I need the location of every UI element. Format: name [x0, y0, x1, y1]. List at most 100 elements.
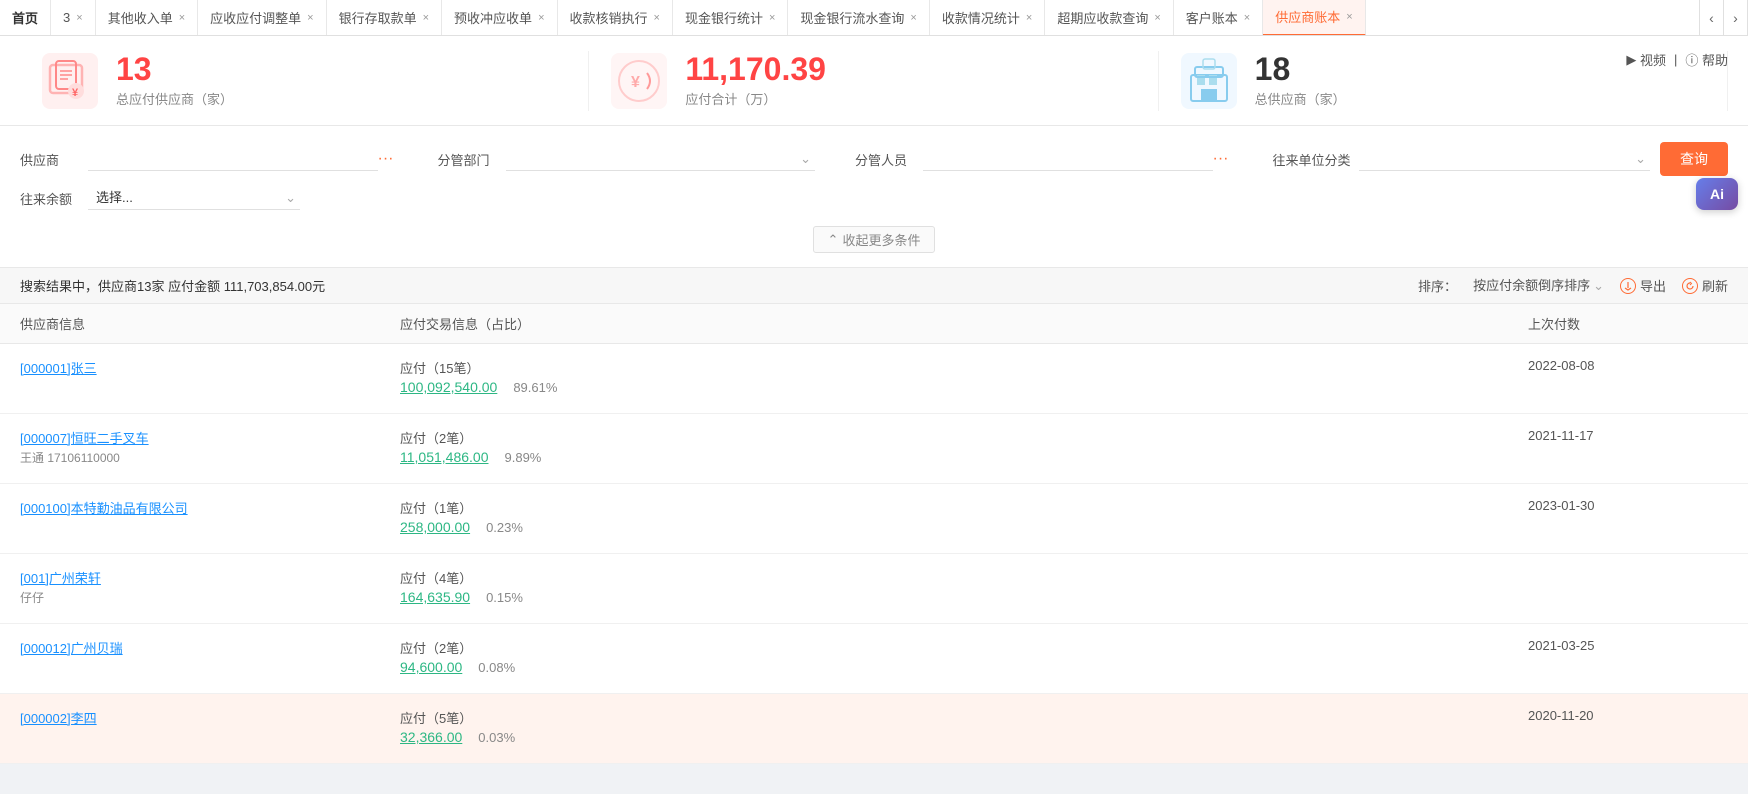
nav-tab-cash-flow[interactable]: 现金银行流水查询 × — [788, 0, 929, 36]
close-icon[interactable]: × — [654, 12, 660, 24]
result-amount: 应付金额 111,703,854.00元 — [168, 279, 325, 294]
close-icon[interactable]: × — [1244, 12, 1250, 24]
total-suppliers-icon — [1179, 51, 1239, 111]
supplier-info-3: [000100]本特勤油品有限公司 — [20, 498, 400, 517]
table-row: [000007]恒旺二手叉车 王通 17106110000 应付（2笔） 11,… — [0, 414, 1748, 484]
lastpay-date-1: 2022-08-08 — [1528, 354, 1595, 373]
trans-amount-6[interactable]: 32,366.00 — [400, 729, 462, 745]
filter-supplier-input[interactable] — [88, 147, 378, 171]
close-icon[interactable]: × — [179, 12, 185, 24]
ai-fab-label: Ai — [1710, 186, 1724, 202]
supplier-dots-icon[interactable]: ··· — [378, 150, 394, 168]
supplier-info-6: [000002]李四 — [20, 708, 400, 727]
nav-tab-collect-stat[interactable]: 收款情况统计 × — [930, 0, 1045, 36]
nav-tab-overdue[interactable]: 超期应收款查询 × — [1045, 0, 1173, 36]
nav-tab-cash-bank-stat-label: 现金银行统计 — [685, 8, 763, 27]
top-navigation: 首页 3 × 其他收入单 × 应收应付调整单 × 银行存取款单 × 预收冲应收单… — [0, 0, 1748, 36]
trans-pct-1: 89.61% — [513, 380, 557, 395]
supplier-info-5: [000012]广州贝瑞 — [20, 638, 400, 657]
lastpay-5: 2021-03-25 — [1528, 638, 1728, 653]
nav-tab-customer-ledger-label: 客户账本 — [1186, 8, 1238, 27]
trans-amount-4[interactable]: 164,635.90 — [400, 589, 470, 605]
filter-dept-select[interactable] — [506, 147, 816, 171]
nav-tab-bank-deposit[interactable]: 银行存取款单 × — [327, 0, 442, 36]
close-icon[interactable]: × — [76, 12, 82, 24]
nav-tab-cash-flow-label: 现金银行流水查询 — [800, 8, 904, 27]
refresh-label: 刷新 — [1702, 276, 1728, 295]
result-supplier-count: 搜索结果中，供应商13家 — [20, 279, 164, 294]
stat-payable-total-number: 11,170.39 — [685, 53, 826, 85]
trans-label-3: 应付（1笔） — [400, 498, 1528, 517]
close-icon[interactable]: × — [769, 12, 775, 24]
trans-amount-1[interactable]: 100,092,540.00 — [400, 379, 497, 395]
filter-balance-select-wrap: 选择... ⌄ — [88, 186, 300, 210]
export-label: 导出 — [1640, 276, 1666, 295]
collapse-button[interactable]: ⌃ 收起更多条件 — [813, 226, 936, 253]
table-row: [000012]广州贝瑞 应付（2笔） 94,600.00 0.08% 2021… — [0, 624, 1748, 694]
close-icon[interactable]: × — [1026, 12, 1032, 24]
close-icon[interactable]: × — [1346, 11, 1352, 23]
filter-row-1: 供应商 ··· 分管部门 ⌄ 分管人员 ··· 往来单位分类 — [20, 142, 1728, 176]
nav-tab-receivable-adjust[interactable]: 应收应付调整单 × — [198, 0, 326, 36]
nav-tab-customer-ledger[interactable]: 客户账本 × — [1174, 0, 1263, 36]
supplier-link-3[interactable]: [000100]本特勤油品有限公司 — [20, 498, 400, 517]
trans-amount-3[interactable]: 258,000.00 — [400, 519, 470, 535]
close-icon[interactable]: × — [1154, 12, 1160, 24]
filter-balance-select[interactable]: 选择... — [88, 186, 300, 210]
lastpay-date-6: 2020-11-20 — [1528, 704, 1594, 723]
close-icon[interactable]: × — [307, 12, 313, 24]
close-icon[interactable]: × — [910, 12, 916, 24]
query-button[interactable]: 查询 — [1660, 142, 1728, 176]
supplier-sub-4: 仔仔 — [20, 589, 400, 606]
result-actions: 排序： 按应付余额倒序排序 ⌄ 导出 刷新 — [1418, 276, 1728, 295]
filter-category-select-wrap: ⌄ — [1359, 147, 1650, 171]
svg-text:¥: ¥ — [631, 74, 640, 91]
person-dots-icon[interactable]: ··· — [1213, 150, 1229, 168]
supplier-sub-2: 王通 17106110000 — [20, 449, 400, 466]
supplier-link-2[interactable]: [000007]恒旺二手叉车 — [20, 428, 400, 447]
col-header-lastpay: 上次付数 — [1528, 314, 1728, 333]
export-button[interactable]: 导出 — [1620, 276, 1666, 295]
nav-tab-home[interactable]: 首页 — [0, 0, 51, 36]
nav-tab-cash-bank-stat[interactable]: 现金银行统计 × — [673, 0, 788, 36]
col-header-supplier: 供应商信息 — [20, 314, 400, 333]
stat-total-suppliers-number: 18 — [1255, 53, 1346, 85]
supplier-link-6[interactable]: [000002]李四 — [20, 708, 400, 727]
ai-fab-button[interactable]: Ai — [1696, 178, 1738, 210]
filter-person-input[interactable] — [923, 147, 1213, 171]
refresh-button[interactable]: 刷新 — [1682, 276, 1728, 295]
nav-tab-supplier-ledger-label: 供应商账本 — [1275, 7, 1340, 26]
nav-tab-3[interactable]: 3 × — [51, 0, 96, 36]
close-icon[interactable]: × — [423, 12, 429, 24]
close-icon[interactable]: × — [538, 12, 544, 24]
transaction-info-3: 应付（1笔） 258,000.00 0.23% — [400, 498, 1528, 535]
result-bar: 搜索结果中，供应商13家 应付金额 111,703,854.00元 排序： 按应… — [0, 268, 1748, 304]
collapse-bar: ⌃ 收起更多条件 — [20, 220, 1728, 257]
table-row: [001]广州荣轩 仔仔 应付（4笔） 164,635.90 0.15% — [0, 554, 1748, 624]
supplier-link-4[interactable]: [001]广州荣轩 — [20, 568, 400, 587]
nav-left-arrow[interactable]: ‹ — [1700, 0, 1724, 36]
filter-category-select[interactable] — [1359, 147, 1650, 171]
lastpay-date-2: 2021-11-17 — [1528, 424, 1594, 443]
video-link[interactable]: 视频 — [1640, 50, 1666, 69]
trans-amount-5[interactable]: 94,600.00 — [400, 659, 462, 675]
nav-tab-other-income[interactable]: 其他收入单 × — [96, 0, 198, 36]
transaction-info-1: 应付（15笔） 100,092,540.00 89.61% — [400, 358, 1528, 395]
nav-tab-prepay[interactable]: 预收冲应收单 × — [442, 0, 557, 36]
help-link[interactable]: 帮助 — [1702, 50, 1728, 69]
stat-payable-suppliers-content: 13 总应付供应商（家） — [116, 53, 233, 108]
nav-right-arrow[interactable]: › — [1724, 0, 1748, 36]
filter-person-group: 分管人员 ··· — [855, 147, 1233, 171]
filter-balance-group: 往来余额 选择... ⌄ — [20, 186, 300, 210]
nav-tab-collect-execute[interactable]: 收款核销执行 × — [558, 0, 673, 36]
nav-tab-supplier-ledger[interactable]: 供应商账本 × — [1263, 0, 1365, 36]
supplier-link-5[interactable]: [000012]广州贝瑞 — [20, 638, 400, 657]
filter-dept-select-wrap: ⌄ — [506, 147, 816, 171]
sort-select[interactable]: 按应付余额倒序排序 — [1473, 278, 1607, 293]
col-header-transaction: 应付交易信息（占比） — [400, 314, 1528, 333]
table-row: [000100]本特勤油品有限公司 应付（1笔） 258,000.00 0.23… — [0, 484, 1748, 554]
supplier-link-1[interactable]: [000001]张三 — [20, 358, 400, 377]
trans-amount-2[interactable]: 11,051,486.00 — [400, 449, 489, 465]
stat-payable-total: ¥ 11,170.39 应付合计（万） — [589, 51, 1158, 111]
stats-bar: ¥ 13 总应付供应商（家） ¥ 11,170.39 应付合计（万） — [0, 36, 1748, 126]
